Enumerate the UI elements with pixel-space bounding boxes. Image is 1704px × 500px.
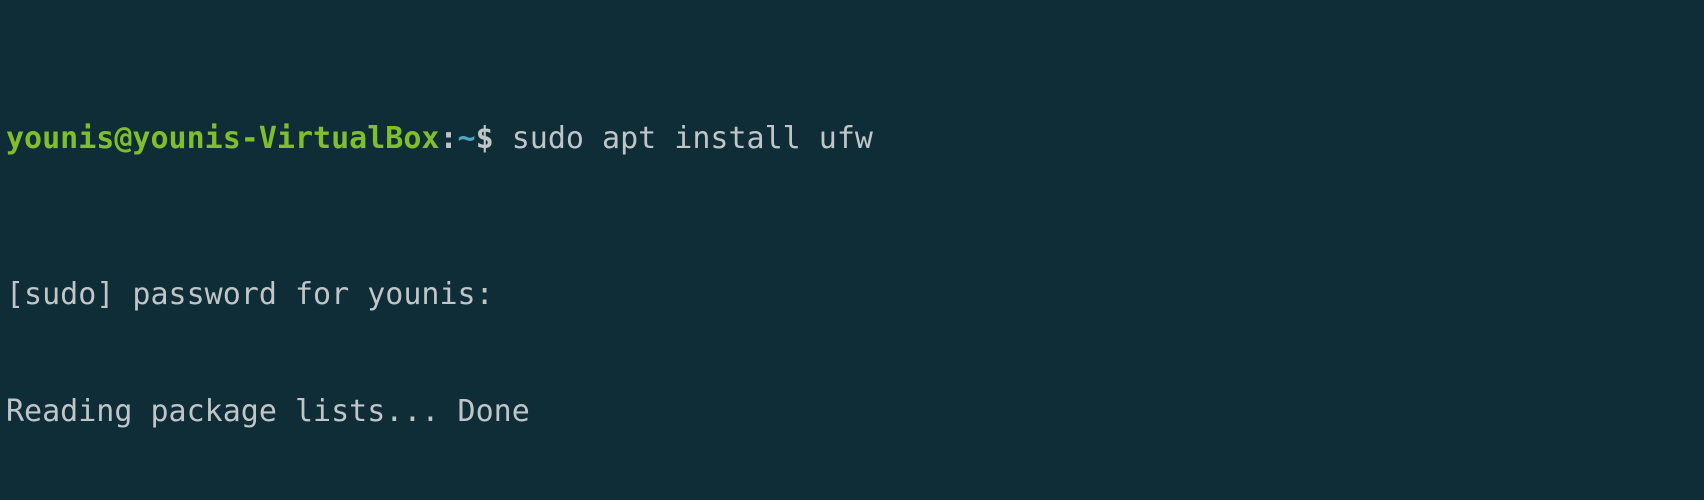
command-text: sudo apt install ufw: [494, 121, 873, 156]
prompt-user-host: younis@younis-VirtualBox: [6, 121, 439, 156]
prompt-path: ~: [458, 121, 476, 156]
terminal-window[interactable]: younis@younis-VirtualBox:~$ sudo apt ins…: [0, 0, 1704, 500]
terminal-output-line: Reading package lists... Done: [6, 392, 1698, 431]
terminal-output-line: [sudo] password for younis:: [6, 275, 1698, 314]
prompt-dollar: $: [476, 121, 494, 156]
terminal-line-prompt-1: younis@younis-VirtualBox:~$ sudo apt ins…: [6, 119, 1698, 158]
prompt-colon: :: [439, 121, 457, 156]
